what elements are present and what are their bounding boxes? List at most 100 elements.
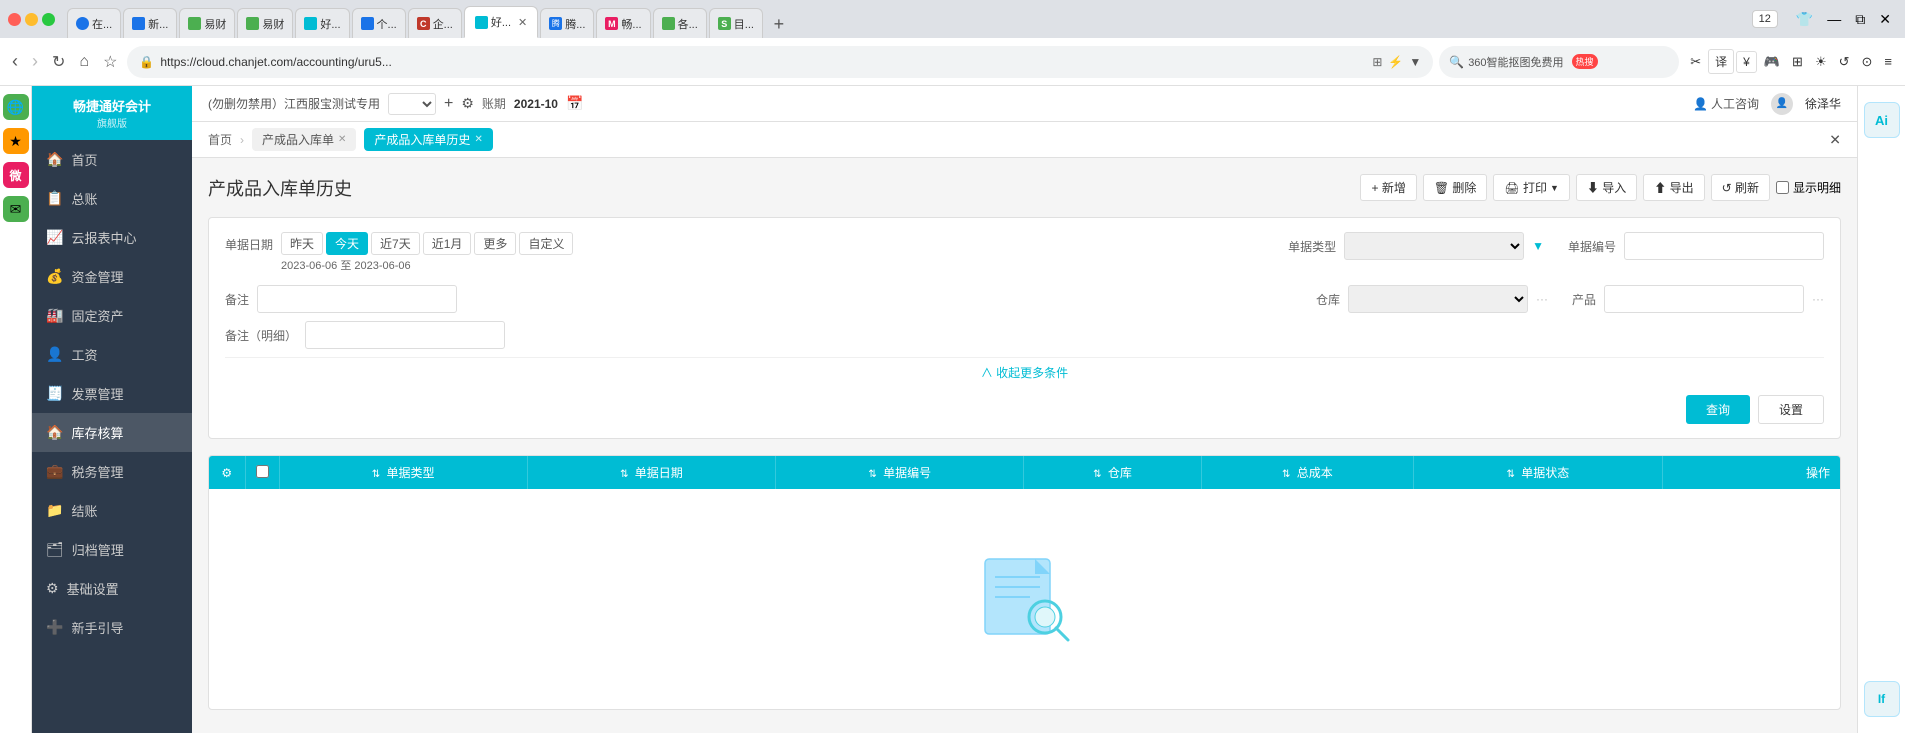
sidebar-item-close-account[interactable]: 📁 结账 (32, 491, 192, 530)
tab-4[interactable]: 易财 (237, 8, 293, 38)
restore-btn[interactable]: ⧉ (1849, 9, 1871, 30)
sidebar-item-inventory[interactable]: 🏠 库存核算 (32, 413, 192, 452)
add-company-btn[interactable]: + (444, 95, 453, 113)
sidebar-item-invoice[interactable]: 🧾 发票管理 (32, 374, 192, 413)
if-btn[interactable]: If (1864, 681, 1900, 717)
show-fields-checkbox[interactable]: 显示明细 (1776, 179, 1841, 196)
breadcrumb-home[interactable]: 首页 (208, 131, 232, 148)
th-doc-no[interactable]: ⇅ 单据编号 (776, 456, 1024, 489)
sidebar-item-payroll[interactable]: 👤 工资 (32, 335, 192, 374)
close-window-btn[interactable] (8, 13, 21, 26)
sidebar-item-general-ledger[interactable]: 📋 总账 (32, 179, 192, 218)
refresh-nav-btn[interactable]: ↻ (48, 48, 69, 76)
content-close-btn[interactable]: ✕ (1829, 131, 1841, 148)
translate-tool-btn[interactable]: 译 (1708, 49, 1734, 74)
star-app-icon[interactable]: ★ (3, 128, 29, 154)
browser-app-icon[interactable]: 🌐 (3, 94, 29, 120)
forward-btn[interactable]: › (28, 47, 42, 76)
tab-12[interactable]: S 目... (709, 8, 763, 38)
bookmark-btn[interactable]: ☆ (99, 48, 121, 76)
query-btn[interactable]: 查询 (1686, 395, 1750, 424)
currency-tool-btn[interactable]: ¥ (1736, 51, 1757, 73)
doc-no-input[interactable] (1624, 232, 1824, 260)
sidebar-item-basic-settings[interactable]: ⚙ 基础设置 (32, 569, 192, 608)
tab-2[interactable]: 新... (123, 8, 177, 38)
back-btn[interactable]: ‹ (8, 47, 22, 76)
doc-type-select[interactable] (1344, 232, 1524, 260)
theme-tool-btn[interactable]: ☀ (1810, 51, 1832, 73)
undo-tool-btn[interactable]: ↺ (1834, 51, 1855, 73)
delete-btn[interactable]: 🗑 删除 (1423, 174, 1488, 201)
custom-date-btn[interactable]: 自定义 (519, 232, 573, 255)
sidebar-item-fund[interactable]: 💰 资金管理 (32, 257, 192, 296)
ai-btn[interactable]: Ai (1864, 102, 1900, 138)
tab-7[interactable]: C 企... (408, 8, 462, 38)
tab-9[interactable]: 腾 腾... (540, 8, 594, 38)
more-date-btn[interactable]: 更多 (474, 232, 516, 255)
show-fields-input[interactable] (1776, 181, 1789, 194)
sidebar-item-fixed-assets[interactable]: 🏭 固定资产 (32, 296, 192, 335)
print-btn[interactable]: 🖨 打印 ▼ (1493, 174, 1570, 201)
refresh-data-btn[interactable]: ↺ 刷新 (1711, 174, 1770, 201)
th-gear[interactable]: ⚙ (209, 456, 245, 489)
calendar-btn[interactable]: 📅 (566, 95, 583, 112)
sidebar-item-home[interactable]: 🏠 首页 (32, 140, 192, 179)
th-doc-type[interactable]: ⇅ 单据类型 (279, 456, 527, 489)
last-7-days-btn[interactable]: 近7天 (371, 232, 420, 255)
weibo-app-icon[interactable]: 微 (3, 162, 29, 188)
sidebar-item-report-center[interactable]: 📈 云报表中心 (32, 218, 192, 257)
address-bar[interactable]: 🔒 https://cloud.chanjet.com/accounting/u… (127, 46, 1433, 78)
last-month-btn[interactable]: 近1月 (423, 232, 472, 255)
user-service-btn[interactable]: 👤 人工咨询 (1693, 95, 1759, 112)
sidebar-item-new-entry[interactable]: ➕ 新手引导 (32, 608, 192, 647)
tab-8-close[interactable]: ✕ (518, 16, 527, 29)
tab-history-page[interactable]: 产成品入库单历史 ✕ (364, 128, 492, 151)
th-doc-date[interactable]: ⇅ 单据日期 (527, 456, 775, 489)
game-tool-btn[interactable]: 🎮 (1759, 51, 1785, 73)
mail-app-icon[interactable]: ✉ (3, 196, 29, 222)
search-bar[interactable]: 🔍 360智能抠图免费用 热搜 (1439, 46, 1679, 78)
shirt-icon-btn[interactable]: 👕 (1790, 9, 1819, 30)
th-doc-status[interactable]: ⇅ 单据状态 (1414, 456, 1662, 489)
minimize-btn[interactable]: — (1821, 9, 1847, 29)
remark-detail-input[interactable] (305, 321, 505, 349)
settings-company-btn[interactable]: ⚙ (461, 95, 474, 112)
tab-1[interactable]: 在... (67, 8, 121, 38)
sidebar-logo[interactable]: 畅捷通好会计 旗舰版 (32, 86, 192, 140)
zoom-tool-btn[interactable]: ⊙ (1857, 51, 1878, 73)
close-btn[interactable]: ✕ (1873, 9, 1897, 30)
tab-list-page[interactable]: 产成品入库单 ✕ (252, 128, 356, 151)
collapse-bar[interactable]: ∧ 收起更多条件 (225, 357, 1824, 387)
home-nav-btn[interactable]: ⌂ (75, 49, 93, 75)
menu-tool-btn[interactable]: ≡ (1879, 51, 1897, 72)
th-checkbox[interactable] (245, 456, 279, 489)
sidebar-item-archive[interactable]: 🗂 归档管理 (32, 530, 192, 569)
grid-tool-btn[interactable]: ⊞ (1787, 51, 1808, 73)
th-warehouse[interactable]: ⇅ 仓库 (1024, 456, 1201, 489)
export-btn[interactable]: ⬆ 导出 (1643, 174, 1704, 201)
sidebar-item-tax[interactable]: 💼 税务管理 (32, 452, 192, 491)
query-settings-btn[interactable]: 设置 (1758, 395, 1824, 424)
tab-5[interactable]: 好... (295, 8, 349, 38)
scissors-tool-btn[interactable]: ✂ (1685, 51, 1706, 73)
import-btn[interactable]: ⬇ 导入 (1576, 174, 1637, 201)
warehouse-select[interactable] (1348, 285, 1528, 313)
remark-input[interactable] (257, 285, 457, 313)
yesterday-btn[interactable]: 昨天 (281, 232, 323, 255)
tab-10[interactable]: M 畅... (596, 8, 650, 38)
minimize-window-btn[interactable] (25, 13, 38, 26)
tab-history-close[interactable]: ✕ (474, 134, 482, 145)
company-select[interactable] (388, 93, 436, 115)
new-btn[interactable]: + 新增 (1360, 174, 1416, 201)
th-total-cost[interactable]: ⇅ 总成本 (1201, 456, 1414, 489)
today-btn[interactable]: 今天 (326, 232, 368, 255)
tab-11[interactable]: 各... (653, 8, 707, 38)
select-all-checkbox[interactable] (256, 465, 269, 478)
new-tab-btn[interactable]: + (765, 10, 793, 38)
tab-6[interactable]: 个... (352, 8, 406, 38)
tab-8-active[interactable]: 好... ✕ (464, 6, 538, 38)
product-input[interactable] (1604, 285, 1804, 313)
maximize-window-btn[interactable] (42, 13, 55, 26)
tab-3[interactable]: 易财 (179, 8, 235, 38)
tab-list-close[interactable]: ✕ (338, 134, 346, 145)
